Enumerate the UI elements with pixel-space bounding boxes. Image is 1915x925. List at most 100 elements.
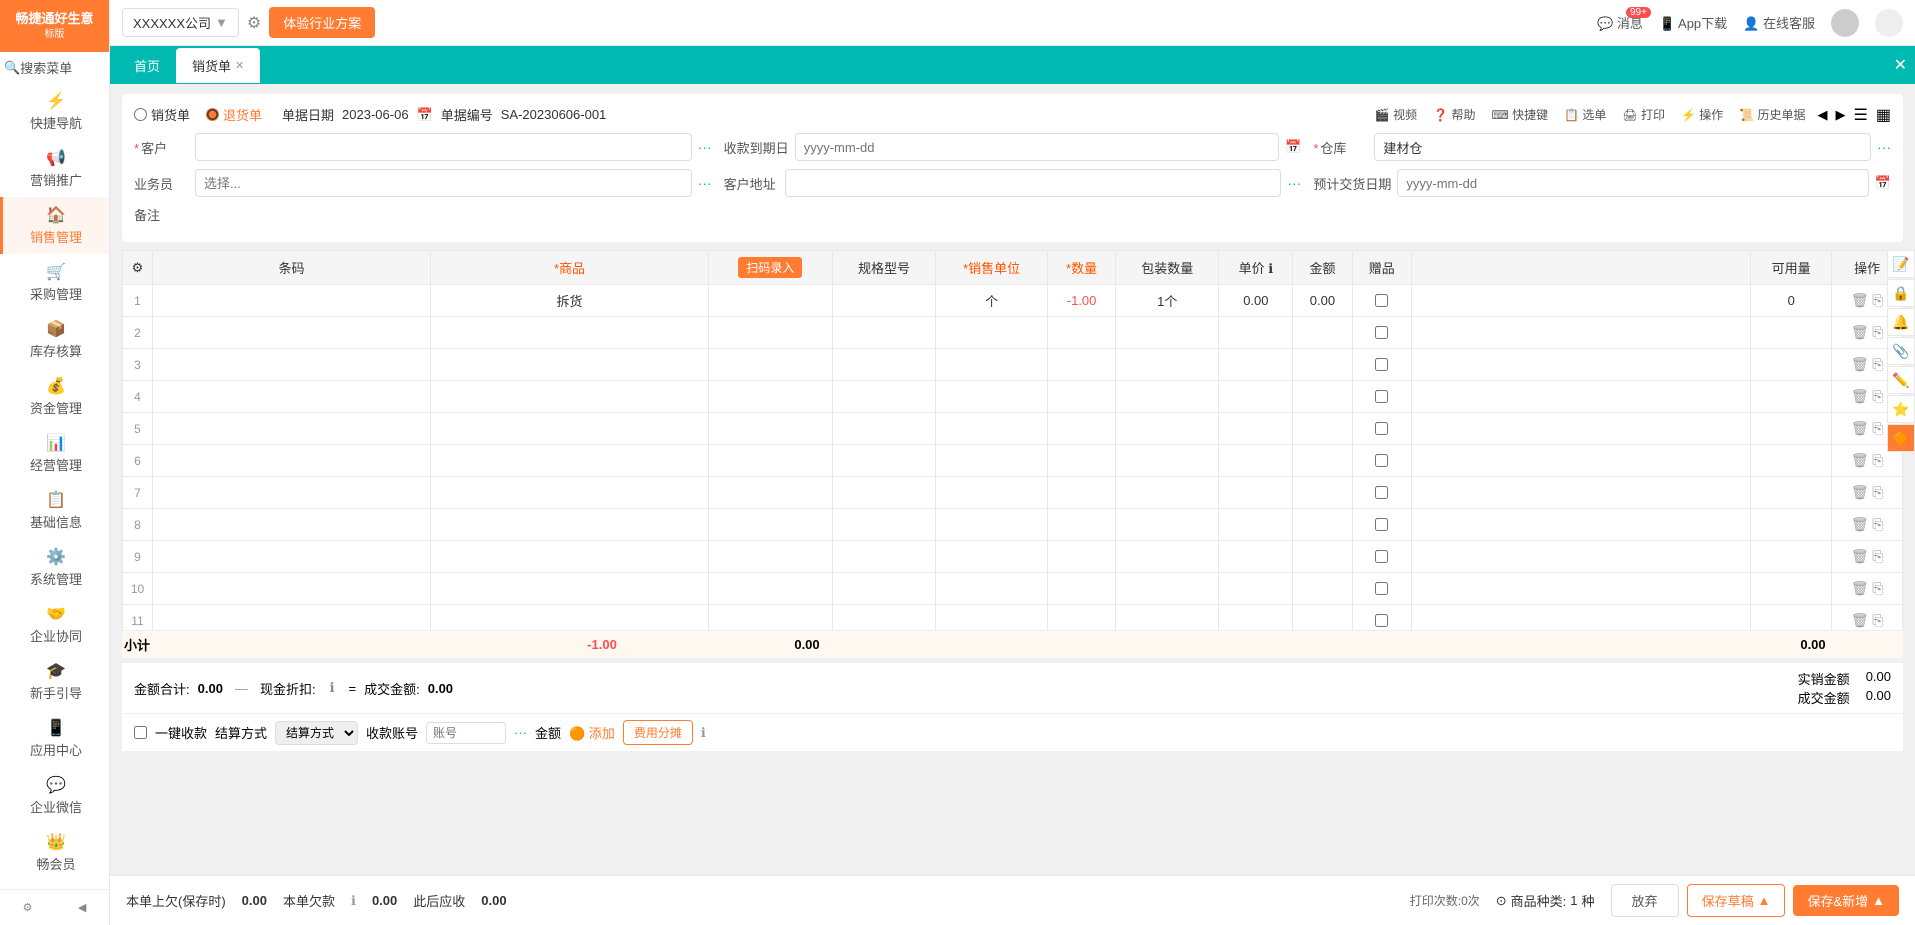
- list-view-icon[interactable]: ☰: [1854, 105, 1868, 125]
- sidebar-item-member[interactable]: 👑 畅会员: [0, 824, 109, 881]
- cell-gift[interactable]: [1352, 541, 1411, 573]
- cell-product[interactable]: [430, 509, 708, 541]
- cell-gift[interactable]: [1352, 413, 1411, 445]
- gift-checkbox[interactable]: [1375, 326, 1388, 339]
- row-delete-icon[interactable]: 🗑: [1851, 612, 1869, 628]
- add-btn[interactable]: 🟠 添加: [569, 723, 615, 742]
- next-icon[interactable]: ▶: [1836, 107, 1846, 123]
- row-delete-icon[interactable]: 🗑: [1851, 356, 1869, 372]
- toolbar-action-btn[interactable]: ⚡ 操作: [1677, 104, 1727, 125]
- cell-spec[interactable]: [832, 349, 935, 381]
- cell-spec[interactable]: [832, 413, 935, 445]
- right-icon-bell[interactable]: 🔔: [1887, 308, 1915, 336]
- company-selector[interactable]: XXXXXX公司 ▼: [122, 8, 239, 37]
- barcode-input[interactable]: [157, 614, 426, 628]
- cell-product[interactable]: [430, 541, 708, 573]
- gift-checkbox[interactable]: [1375, 422, 1388, 435]
- cell-gift[interactable]: [1352, 509, 1411, 541]
- product-input[interactable]: [435, 326, 704, 340]
- search-menu-item[interactable]: 🔍 搜索菜单: [0, 52, 109, 83]
- salesperson-dots[interactable]: ···: [698, 175, 712, 191]
- product-input[interactable]: [435, 550, 704, 564]
- calc-method-select[interactable]: 结算方式: [275, 721, 358, 745]
- expected-delivery-calendar-icon[interactable]: 📅: [1875, 175, 1891, 191]
- discard-button[interactable]: 放弃: [1611, 884, 1679, 917]
- row-delete-icon[interactable]: 🗑: [1851, 580, 1869, 596]
- gift-checkbox[interactable]: [1375, 518, 1388, 531]
- sidebar-item-base-info[interactable]: 📋 基础信息: [0, 482, 109, 539]
- radio-return[interactable]: 退货单: [206, 105, 262, 124]
- gift-checkbox[interactable]: [1375, 582, 1388, 595]
- topbar-gear-button[interactable]: ⚙: [247, 13, 261, 33]
- cell-qty[interactable]: -1.00: [1048, 285, 1116, 317]
- barcode-input[interactable]: [157, 486, 426, 500]
- cell-spec[interactable]: [832, 317, 935, 349]
- cell-gift[interactable]: [1352, 381, 1411, 413]
- product-input[interactable]: [435, 422, 704, 436]
- cell-unit-price[interactable]: [1219, 509, 1293, 541]
- sidebar-item-wechat[interactable]: 💬 企业微信: [0, 767, 109, 824]
- cell-unit-price[interactable]: [1219, 381, 1293, 413]
- cell-product[interactable]: [430, 349, 708, 381]
- toolbar-print-btn[interactable]: 🖨 打印: [1618, 104, 1669, 125]
- prev-icon[interactable]: ◀: [1818, 107, 1828, 123]
- barcode-input[interactable]: [157, 550, 426, 564]
- sidebar-item-sales-mgmt[interactable]: 🏠 销售管理: [0, 197, 109, 254]
- table-container[interactable]: ⚙ 条码 *商品 扫码录入 规格型号 *销售单位 *数量 包装数量 单价 ℹ 金…: [122, 250, 1903, 630]
- radio-return-input[interactable]: [206, 108, 219, 121]
- tab-close-icon[interactable]: ✕: [235, 59, 244, 72]
- gift-checkbox[interactable]: [1375, 294, 1388, 307]
- product-input[interactable]: [435, 390, 704, 404]
- row-delete-icon[interactable]: 🗑: [1851, 452, 1869, 468]
- sidebar-item-quick-nav[interactable]: ⚡ 快捷导航: [0, 83, 109, 140]
- cell-unit-price[interactable]: [1219, 573, 1293, 605]
- row-copy-icon[interactable]: ⎘: [1872, 484, 1883, 500]
- radio-sales[interactable]: 销货单: [134, 105, 190, 124]
- product-input[interactable]: [435, 614, 704, 628]
- row-delete-icon[interactable]: 🗑: [1851, 420, 1869, 436]
- toolbar-video-btn[interactable]: 🎬 视频: [1371, 104, 1421, 125]
- row-copy-icon[interactable]: ⎘: [1872, 292, 1883, 308]
- experience-button[interactable]: 体验行业方案: [269, 7, 375, 38]
- cell-barcode[interactable]: [153, 509, 431, 541]
- row-copy-icon[interactable]: ⎘: [1872, 548, 1883, 564]
- cell-qty[interactable]: [1048, 605, 1116, 631]
- cell-barcode[interactable]: [153, 413, 431, 445]
- cell-spec[interactable]: [832, 509, 935, 541]
- customer-dots[interactable]: ···: [698, 139, 712, 155]
- cell-unit-price[interactable]: [1219, 317, 1293, 349]
- col-settings[interactable]: ⚙: [123, 251, 153, 285]
- row-delete-icon[interactable]: 🗑: [1851, 292, 1869, 308]
- product-input[interactable]: [435, 454, 704, 468]
- row-copy-icon[interactable]: ⎘: [1872, 356, 1883, 372]
- cell-spec[interactable]: [832, 541, 935, 573]
- sidebar-item-ops-mgmt[interactable]: 📊 经营管理: [0, 425, 109, 482]
- barcode-input[interactable]: [157, 294, 426, 308]
- barcode-input[interactable]: [157, 390, 426, 404]
- cell-qty[interactable]: [1048, 445, 1116, 477]
- right-icon-star[interactable]: ⭐: [1887, 395, 1915, 423]
- customer-addr-dots[interactable]: ···: [1287, 175, 1301, 191]
- row-copy-icon[interactable]: ⎘: [1872, 516, 1883, 532]
- cell-barcode[interactable]: [153, 349, 431, 381]
- cell-barcode[interactable]: [153, 317, 431, 349]
- row-copy-icon[interactable]: ⎘: [1872, 388, 1883, 404]
- warehouse-dots[interactable]: ···: [1877, 139, 1891, 155]
- cell-unit-price[interactable]: [1219, 349, 1293, 381]
- toolbar-history-btn[interactable]: 📜 历史单据: [1735, 104, 1809, 125]
- cell-product[interactable]: [430, 413, 708, 445]
- dots-account[interactable]: ···: [514, 725, 527, 740]
- gift-checkbox[interactable]: [1375, 550, 1388, 563]
- due-date-calendar-icon[interactable]: 📅: [1285, 139, 1301, 155]
- gift-checkbox[interactable]: [1375, 486, 1388, 499]
- cell-qty[interactable]: [1048, 413, 1116, 445]
- product-input[interactable]: [435, 518, 704, 532]
- cell-barcode[interactable]: [153, 445, 431, 477]
- product-input[interactable]: [435, 358, 704, 372]
- gift-checkbox[interactable]: [1375, 390, 1388, 403]
- cell-spec[interactable]: [832, 285, 935, 317]
- row-copy-icon[interactable]: ⎘: [1872, 612, 1883, 628]
- due-date-input[interactable]: [795, 133, 1279, 161]
- doc-date-calendar-icon[interactable]: 📅: [417, 107, 433, 123]
- gift-checkbox[interactable]: [1375, 454, 1388, 467]
